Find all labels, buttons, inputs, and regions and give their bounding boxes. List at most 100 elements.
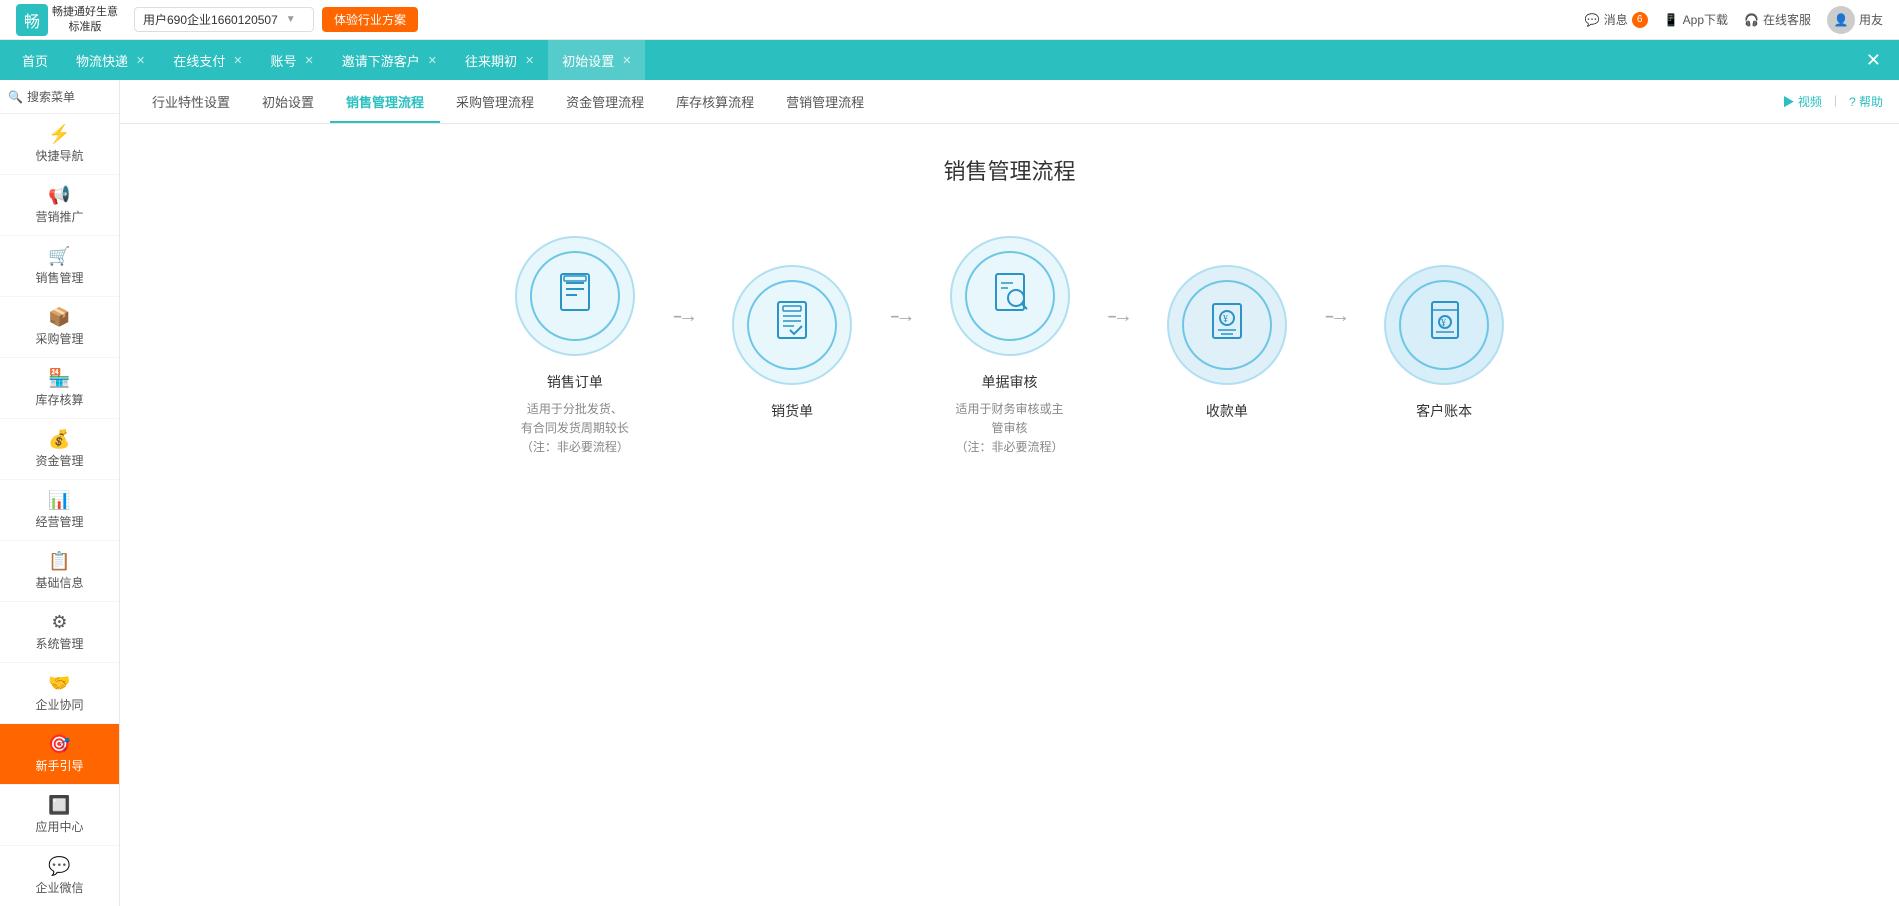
video-label: 视频: [1798, 95, 1822, 109]
flow-circle-1: [515, 236, 635, 356]
nav-tab-account-label: 账号: [270, 51, 296, 70]
subtab-industry[interactable]: 行业特性设置: [136, 80, 246, 123]
flow-step-5: ¥ 客户账本: [1354, 265, 1534, 429]
arrow-3: --→: [1108, 305, 1129, 388]
help-link[interactable]: ? 帮助: [1849, 93, 1883, 110]
headset-icon: 🎧: [1744, 13, 1759, 27]
flow-steps: 销售订单 适用于分批发货、有合同发货周期较长（注：非必要流程） --→: [160, 236, 1859, 458]
nav-tab-invite-label: 邀请下游客户: [342, 51, 420, 70]
sidebar-item-quick-nav[interactable]: ⚡ 快捷导航: [0, 114, 119, 175]
nav-tab-account[interactable]: 账号 ✕: [256, 40, 327, 80]
nav-tab-payment[interactable]: 在线支付 ✕: [159, 40, 256, 80]
nav-tab-period[interactable]: 往来期初 ✕: [451, 40, 548, 80]
sidebar-item-purchase[interactable]: 📦 采购管理: [0, 297, 119, 358]
online-service-button[interactable]: 🎧 在线客服: [1744, 11, 1811, 28]
sidebar-item-app-center-label: 应用中心: [35, 818, 83, 835]
wechat-icon: 💬: [48, 856, 70, 877]
message-badge: 6: [1632, 12, 1648, 28]
step-4-name: 收款单: [1206, 401, 1248, 421]
step-2-name: 销货单: [771, 401, 813, 421]
receipt-icon: ¥: [1205, 298, 1249, 351]
subtab-init[interactable]: 初始设置: [246, 80, 330, 123]
sidebar-item-system[interactable]: ⚙ 系统管理: [0, 602, 119, 663]
content-area: 行业特性设置 初始设置 销售管理流程 采购管理流程 资金管理流程 库存核算流程 …: [120, 80, 1899, 906]
sidebar-item-operations-label: 经营管理: [35, 513, 83, 530]
nav-tabs: 首页 物流快递 ✕ 在线支付 ✕ 账号 ✕ 邀请下游客户 ✕ 往来期初 ✕ 初始…: [0, 40, 1899, 80]
nav-tab-logistics[interactable]: 物流快递 ✕: [62, 40, 159, 80]
sidebar-item-inventory[interactable]: 🏪 库存核算: [0, 358, 119, 419]
user-profile[interactable]: 👤 用友: [1827, 6, 1883, 34]
subtab-industry-label: 行业特性设置: [152, 95, 230, 110]
sidebar-item-system-label: 系统管理: [35, 635, 83, 652]
app-icon: 📱: [1664, 13, 1679, 27]
marketing-icon: 📢: [48, 185, 70, 206]
nav-tab-init-close[interactable]: ✕: [622, 54, 631, 67]
logo-area: 畅 畅捷通好生意 标准版: [16, 4, 126, 36]
sidebar-item-inventory-label: 库存核算: [35, 391, 83, 408]
sidebar-item-sales[interactable]: 🛒 销售管理: [0, 236, 119, 297]
flow-circle-inner-3: [965, 251, 1055, 341]
sales-order-icon: [553, 270, 597, 323]
user-label: 用户690企业1660120507: [143, 11, 278, 28]
app-download-button[interactable]: 📱 App下载: [1664, 11, 1728, 28]
divider: |: [1834, 93, 1837, 110]
nav-close-all-button[interactable]: ✕: [1856, 50, 1891, 71]
nav-tab-home[interactable]: 首页: [8, 40, 62, 80]
sidebar-item-marketing-label: 营销推广: [35, 208, 83, 225]
video-link[interactable]: ▶ 视频: [1782, 93, 1821, 110]
subtab-marketing-flow[interactable]: 营销管理流程: [770, 80, 880, 123]
sidebar-item-finance[interactable]: 💰 资金管理: [0, 419, 119, 480]
sidebar-item-sales-label: 销售管理: [35, 269, 83, 286]
subtab-sales-flow[interactable]: 销售管理流程: [330, 80, 440, 123]
nav-tab-init-label: 初始设置: [562, 51, 614, 70]
collab-icon: 🤝: [48, 673, 70, 694]
sidebar-item-operations[interactable]: 📊 经营管理: [0, 480, 119, 541]
sub-tabs: 行业特性设置 初始设置 销售管理流程 采购管理流程 资金管理流程 库存核算流程 …: [120, 80, 1899, 124]
logo-text1: 畅捷通好生意: [52, 5, 118, 19]
sidebar-item-wechat[interactable]: 💬 企业微信: [0, 846, 119, 906]
experience-button[interactable]: 体验行业方案: [322, 7, 418, 32]
account-book-icon: ¥: [1422, 298, 1466, 351]
sidebar-item-marketing[interactable]: 📢 营销推广: [0, 175, 119, 236]
audit-icon: [988, 270, 1032, 323]
flow-circle-inner-2: [747, 280, 837, 370]
nav-tab-account-close[interactable]: ✕: [305, 54, 314, 67]
flow-step-2: 销货单: [702, 265, 882, 429]
quick-nav-icon: ⚡: [48, 124, 70, 145]
nav-tab-period-close[interactable]: ✕: [525, 54, 534, 67]
logo-text2: 标准版: [52, 20, 118, 34]
main-layout: 🔍 搜索菜单 ⚡ 快捷导航 📢 营销推广 🛒 销售管理 📦 采购管理 🏪 库存核…: [0, 80, 1899, 906]
nav-tab-logistics-close[interactable]: ✕: [136, 54, 145, 67]
step-3-desc: 适用于财务审核或主管审核（注：非必要流程）: [955, 400, 1063, 458]
help-label: 帮助: [1859, 95, 1883, 109]
sidebar-item-collab[interactable]: 🤝 企业协同: [0, 663, 119, 724]
flow-circle-inner-4: ¥: [1182, 280, 1272, 370]
nav-tab-payment-close[interactable]: ✕: [233, 54, 242, 67]
sidebar-item-basic-info-label: 基础信息: [35, 574, 83, 591]
subtab-inventory-flow[interactable]: 库存核算流程: [660, 80, 770, 123]
nav-tab-invite[interactable]: 邀请下游客户 ✕: [328, 40, 451, 80]
message-icon: 💬: [1585, 13, 1600, 27]
user-selector[interactable]: 用户690企业1660120507 ▼: [134, 7, 314, 32]
subtab-finance-flow[interactable]: 资金管理流程: [550, 80, 660, 123]
nav-tab-invite-close[interactable]: ✕: [428, 54, 437, 67]
subtab-purchase-flow-label: 采购管理流程: [456, 95, 534, 110]
nav-tab-period-label: 往来期初: [465, 51, 517, 70]
search-label: 搜索菜单: [27, 88, 75, 105]
subtab-purchase-flow[interactable]: 采购管理流程: [440, 80, 550, 123]
sales-icon: 🛒: [48, 246, 70, 267]
service-label: 在线客服: [1763, 11, 1811, 28]
sidebar-item-basic-info[interactable]: 📋 基础信息: [0, 541, 119, 602]
system-icon: ⚙: [51, 612, 67, 633]
subtab-inventory-flow-label: 库存核算流程: [676, 95, 754, 110]
nav-tab-init[interactable]: 初始设置 ✕: [548, 40, 645, 80]
help-icon: ?: [1849, 95, 1856, 109]
flow-circle-5: ¥: [1384, 265, 1504, 385]
sidebar-search[interactable]: 🔍 搜索菜单: [0, 80, 119, 114]
sidebar-item-guide[interactable]: 🎯 新手引导: [0, 724, 119, 785]
message-button[interactable]: 💬 消息 6: [1585, 11, 1648, 28]
arrow-1: --→: [673, 305, 694, 388]
sidebar-item-app-center[interactable]: 🔲 应用中心: [0, 785, 119, 846]
flow-circle-inner-1: [530, 251, 620, 341]
logo-text: 畅捷通好生意 标准版: [52, 5, 118, 34]
